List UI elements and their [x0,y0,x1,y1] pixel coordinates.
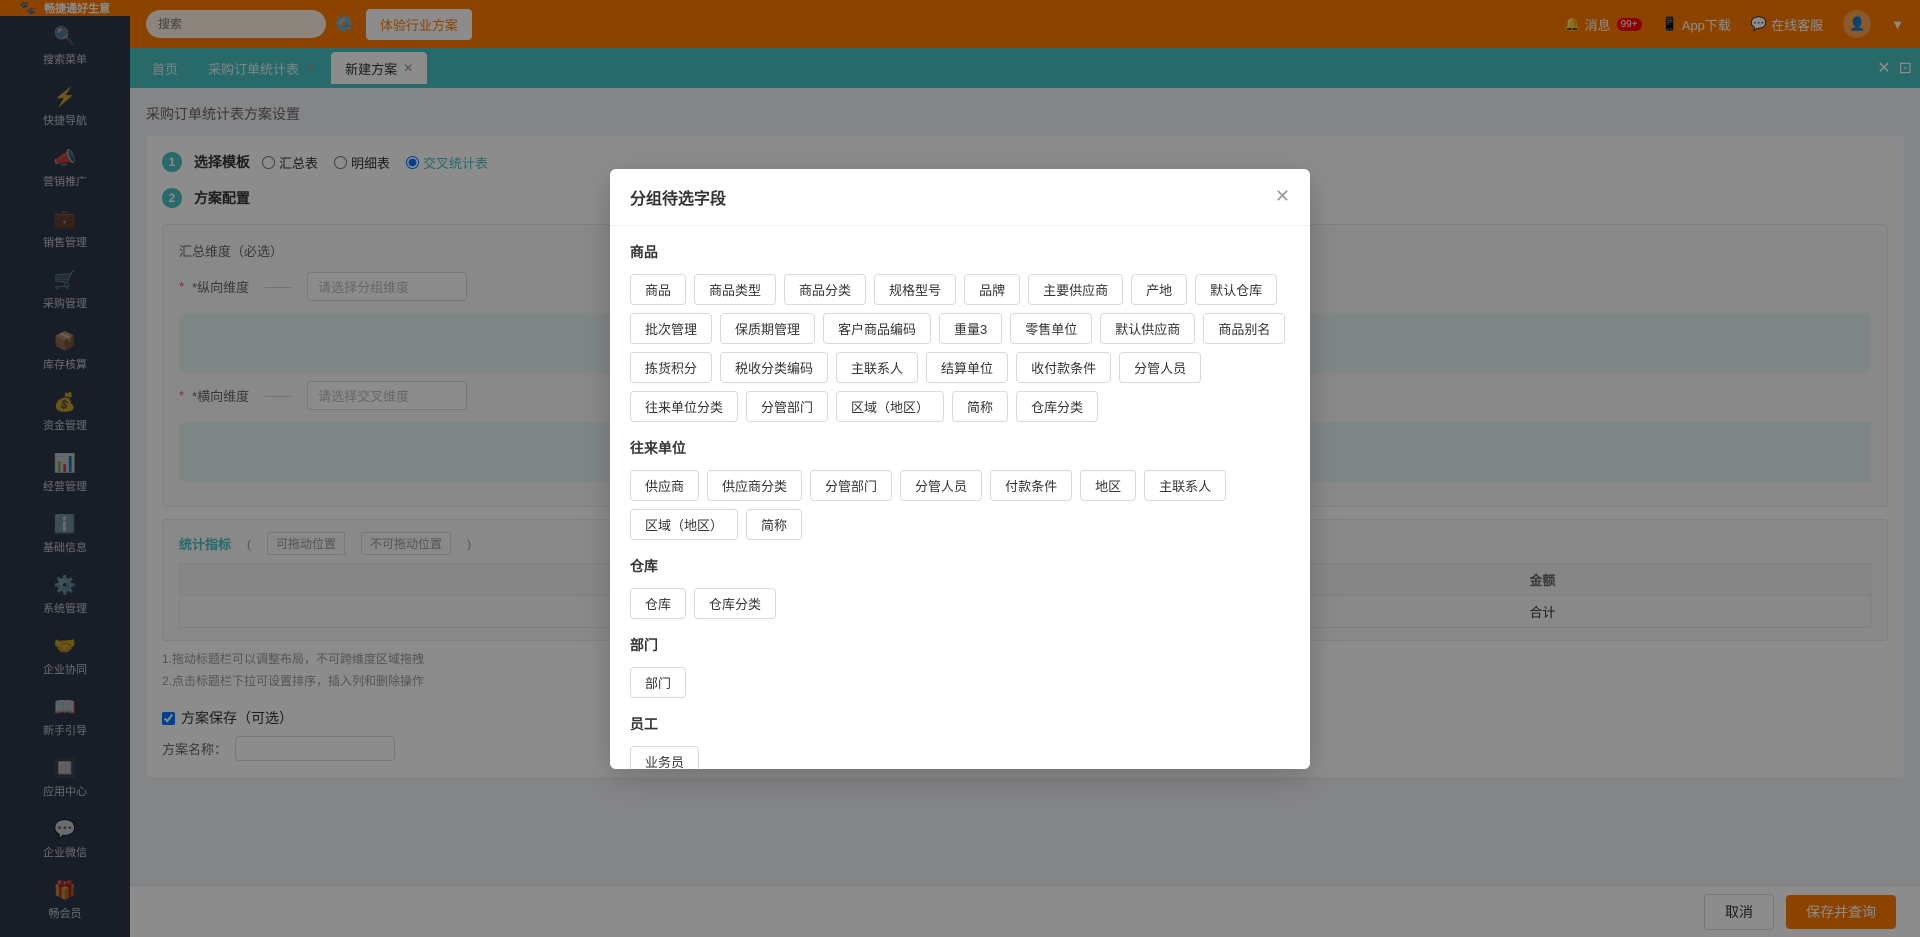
modal-header: 分组待选字段 ✕ [610,169,1310,226]
modal-body: 商品商品商品类型商品分类规格型号品牌主要供应商产地默认仓库批次管理保质期管理客户… [610,226,1310,769]
field-chip-2-1[interactable]: 仓库分类 [694,588,776,619]
field-chip-3-0[interactable]: 部门 [630,667,686,698]
field-chip-0-4[interactable]: 品牌 [964,274,1020,305]
field-chip-0-16[interactable]: 税收分类编码 [720,352,828,383]
field-chip-0-25[interactable]: 仓库分类 [1016,391,1098,422]
field-chip-0-8[interactable]: 批次管理 [630,313,712,344]
field-chip-1-5[interactable]: 地区 [1080,470,1136,501]
field-chip-0-6[interactable]: 产地 [1131,274,1187,305]
field-chip-0-15[interactable]: 拣货积分 [630,352,712,383]
field-chip-1-4[interactable]: 付款条件 [990,470,1072,501]
field-chip-0-13[interactable]: 默认供应商 [1100,313,1195,344]
field-chip-0-10[interactable]: 客户商品编码 [823,313,931,344]
field-chip-0-3[interactable]: 规格型号 [874,274,956,305]
modal-section-title-4: 员工 [630,714,1290,734]
field-chip-0-0[interactable]: 商品 [630,274,686,305]
field-chip-0-23[interactable]: 区域（地区） [836,391,944,422]
field-chip-1-0[interactable]: 供应商 [630,470,699,501]
field-chip-0-11[interactable]: 重量3 [939,313,1002,344]
modal: 分组待选字段 ✕ 商品商品商品类型商品分类规格型号品牌主要供应商产地默认仓库批次… [610,169,1310,769]
field-chip-0-22[interactable]: 分管部门 [746,391,828,422]
field-chip-0-14[interactable]: 商品别名 [1203,313,1285,344]
modal-field-chips-4: 业务员 [630,746,1290,769]
field-chip-4-0[interactable]: 业务员 [630,746,699,769]
field-chip-0-9[interactable]: 保质期管理 [720,313,815,344]
field-chip-1-2[interactable]: 分管部门 [810,470,892,501]
modal-title: 分组待选字段 [630,185,726,209]
modal-section-title-2: 仓库 [630,556,1290,576]
modal-overlay[interactable]: 分组待选字段 ✕ 商品商品商品类型商品分类规格型号品牌主要供应商产地默认仓库批次… [0,0,1920,937]
modal-section-title-3: 部门 [630,635,1290,655]
field-chip-1-7[interactable]: 区域（地区） [630,509,738,540]
field-chip-0-12[interactable]: 零售单位 [1010,313,1092,344]
modal-section-2: 仓库仓库仓库分类 [630,556,1290,619]
modal-section-1: 往来单位供应商供应商分类分管部门分管人员付款条件地区主联系人区域（地区） 简称 [630,438,1290,540]
field-chip-0-17[interactable]: 主联系人 [836,352,918,383]
field-chip-0-5[interactable]: 主要供应商 [1028,274,1123,305]
field-chip-0-2[interactable]: 商品分类 [784,274,866,305]
modal-section-title-0: 商品 [630,242,1290,262]
modal-section-3: 部门部门 [630,635,1290,698]
field-chip-0-21[interactable]: 往来单位分类 [630,391,738,422]
field-chip-1-3[interactable]: 分管人员 [900,470,982,501]
modal-section-4: 员工业务员 [630,714,1290,769]
modal-field-chips-1: 供应商供应商分类分管部门分管人员付款条件地区主联系人区域（地区） 简称 [630,470,1290,540]
field-chip-2-0[interactable]: 仓库 [630,588,686,619]
field-chip-0-18[interactable]: 结算单位 [926,352,1008,383]
modal-field-chips-3: 部门 [630,667,1290,698]
field-chip-0-19[interactable]: 收付款条件 [1016,352,1111,383]
field-chip-1-1[interactable]: 供应商分类 [707,470,802,501]
field-chip-1-6[interactable]: 主联系人 [1144,470,1226,501]
field-chip-0-7[interactable]: 默认仓库 [1195,274,1277,305]
field-chip-0-24[interactable]: 简称 [952,391,1008,422]
modal-field-chips-2: 仓库仓库分类 [630,588,1290,619]
modal-section-title-1: 往来单位 [630,438,1290,458]
modal-section-0: 商品商品商品类型商品分类规格型号品牌主要供应商产地默认仓库批次管理保质期管理客户… [630,242,1290,422]
field-chip-1-8[interactable]: 简称 [746,509,802,540]
modal-close-icon[interactable]: ✕ [1275,186,1290,207]
field-chip-0-20[interactable]: 分管人员 [1119,352,1201,383]
field-chip-0-1[interactable]: 商品类型 [694,274,776,305]
modal-field-chips-0: 商品商品类型商品分类规格型号品牌主要供应商产地默认仓库批次管理保质期管理客户商品… [630,274,1290,422]
